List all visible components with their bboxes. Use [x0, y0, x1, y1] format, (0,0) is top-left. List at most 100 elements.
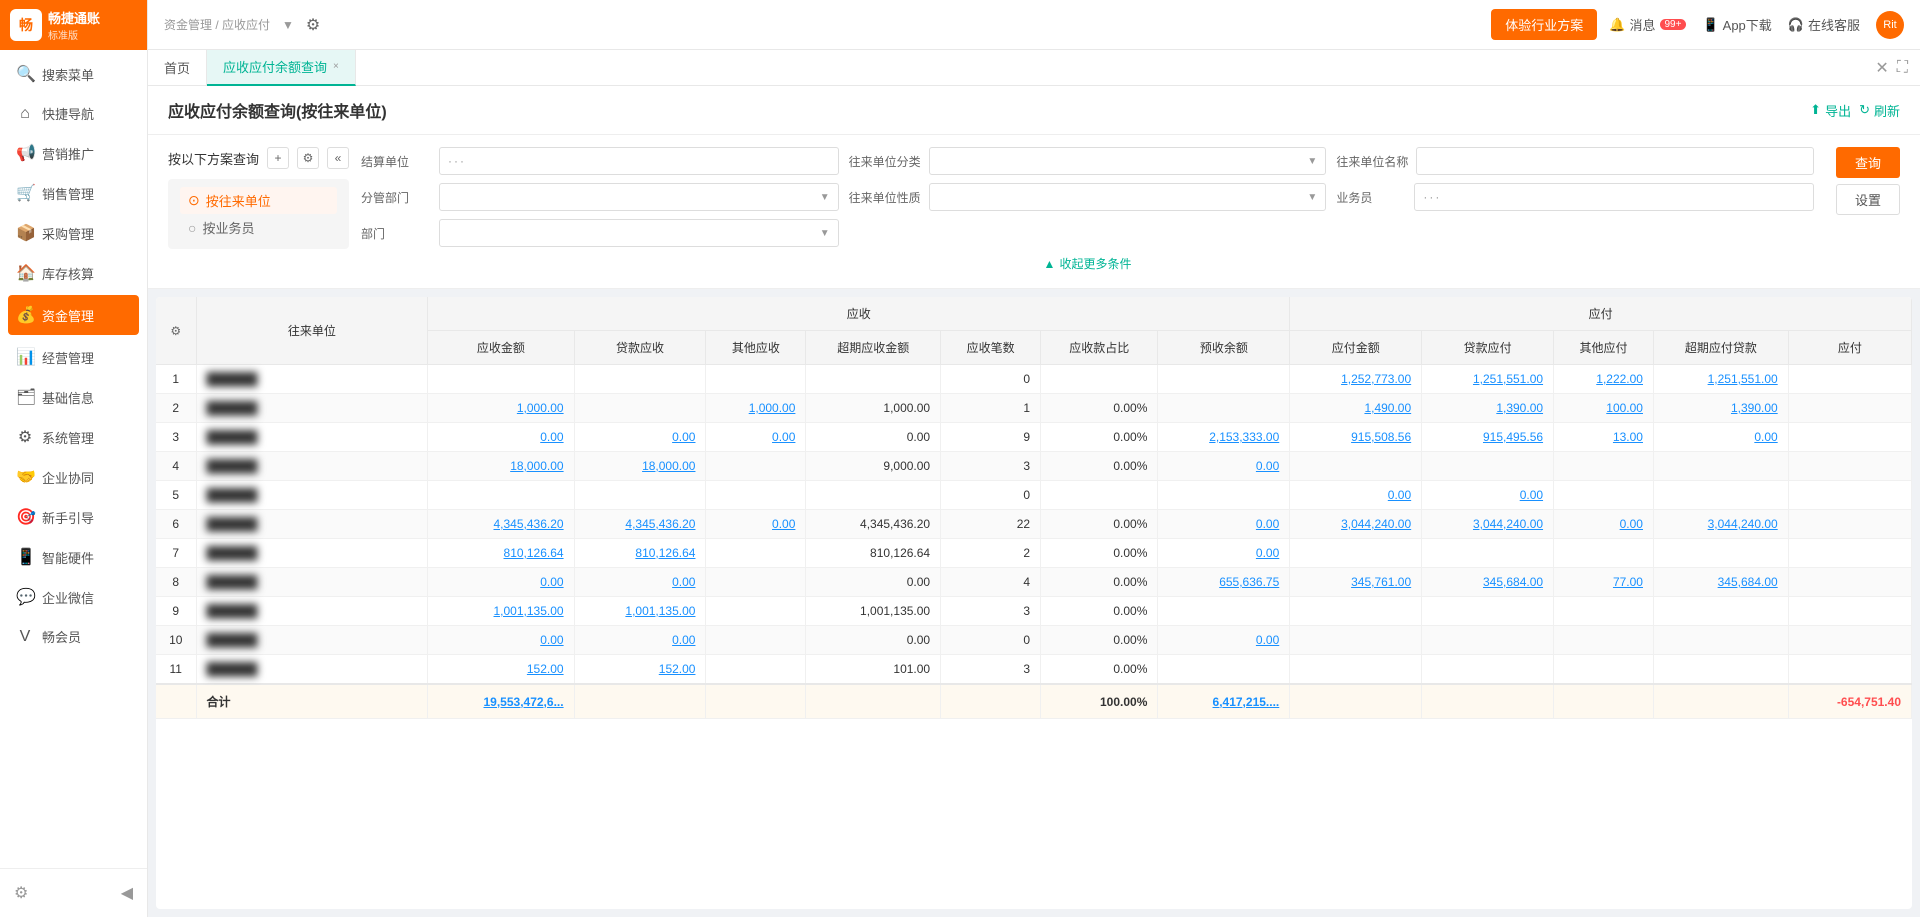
- filter-field-partner-category: 往来单位分类 ▼: [849, 147, 1327, 175]
- scheme-partner-label: 按往来单位: [206, 191, 271, 210]
- messages-button[interactable]: 🔔 消息 99+: [1609, 15, 1686, 34]
- table-row: 10██████0.000.000.0000.00%0.00: [156, 626, 1912, 655]
- user-avatar[interactable]: Rit: [1876, 11, 1904, 39]
- sidebar: 畅 畅捷通账 标准版 🔍 搜索菜单 ⌂ 快捷导航 📢 营销推广 🛒 销售管理 📦…: [0, 0, 148, 917]
- salesperson-label: 业务员: [1336, 189, 1406, 206]
- settings-button[interactable]: 设置: [1836, 184, 1900, 215]
- page-content: 应收应付余额查询(按往来单位) ⬆ 导出 ↻ 刷新 按以下方案查询: [148, 86, 1920, 917]
- footer-receivable-amount: 19,553,472,6...: [428, 684, 574, 719]
- filter-scheme-box: ⊙ 按往来单位 ○ 按业务员: [168, 179, 349, 249]
- sidebar-item-marketing[interactable]: 📢 营销推广: [0, 133, 147, 173]
- sidebar-item-wechat[interactable]: 💬 企业微信: [0, 577, 147, 617]
- sidebar-item-system[interactable]: ⚙ 系统管理: [0, 417, 147, 457]
- sidebar-item-base[interactable]: 🗂 基础信息: [0, 377, 147, 417]
- phone-icon: 📱: [1702, 17, 1718, 33]
- filter-add-icon[interactable]: +: [267, 147, 289, 169]
- partner-name-input[interactable]: [1416, 147, 1814, 175]
- user-name: Rit: [1883, 19, 1896, 31]
- app-download-button[interactable]: 📱 App下载: [1702, 15, 1771, 34]
- tab-home[interactable]: 首页: [148, 50, 207, 86]
- table-row: 5██████00.000.00: [156, 481, 1912, 510]
- settlement-label: 结算单位: [361, 153, 431, 170]
- topbar: 资金管理 / 应收应付 ▼ ⚙ 体验行业方案 🔔 消息 99+ 📱 App下载 …: [148, 0, 1920, 50]
- footer-label: 合计: [196, 684, 428, 719]
- sidebar-label-guide: 新手引导: [42, 508, 94, 527]
- th-receivable-group: 应收: [428, 297, 1290, 331]
- sales-icon: 🛒: [16, 183, 34, 203]
- sub-dept-dropdown-icon: ▼: [820, 228, 830, 239]
- solution-button[interactable]: 体验行业方案: [1491, 9, 1597, 40]
- export-button[interactable]: ⬆ 导出: [1810, 101, 1851, 120]
- th-overdue-payable: 超期应付贷款: [1653, 331, 1788, 365]
- tab-close-icon[interactable]: ×: [333, 61, 339, 72]
- sidebar-item-member[interactable]: V 畅会员: [0, 617, 147, 656]
- main-content: 首页 应收应付余额查询 × ✕ ⛶ 应收应付余额查询(按往来单位) ⬆ 导出 ↻…: [148, 50, 1920, 917]
- salesperson-input[interactable]: ···: [1414, 183, 1814, 211]
- table-settings-icon[interactable]: ⚙: [170, 324, 181, 338]
- table-row: 9██████1,001,135.001,001,135.001,001,135…: [156, 597, 1912, 626]
- sub-department-input[interactable]: ▼: [439, 219, 839, 247]
- filter-field-salesperson: 业务员 ···: [1336, 183, 1814, 211]
- sidebar-collapse-icon[interactable]: ◀: [117, 879, 137, 907]
- tab-bar-right: ✕ ⛶: [1875, 58, 1920, 78]
- tab-close-window-icon[interactable]: ✕: [1875, 58, 1888, 78]
- sidebar-item-operations[interactable]: 📊 经营管理: [0, 337, 147, 377]
- sidebar-item-shortcut[interactable]: ⌂ 快捷导航: [0, 94, 147, 133]
- filter-field-partner-name: 往来单位名称: [1336, 147, 1814, 175]
- breadcrumb: 资金管理 / 应收应付: [164, 16, 270, 33]
- partner-category-label: 往来单位分类: [849, 153, 921, 170]
- sidebar-item-cooperation[interactable]: 🤝 企业协同: [0, 457, 147, 497]
- home-icon: ⌂: [16, 105, 34, 123]
- marketing-icon: 📢: [16, 143, 34, 163]
- sidebar-item-sales[interactable]: 🛒 销售管理: [0, 173, 147, 213]
- sidebar-item-purchase[interactable]: 📦 采购管理: [0, 213, 147, 253]
- tab-bar: 首页 应收应付余额查询 × ✕ ⛶: [148, 50, 1920, 86]
- filter-label: 按以下方案查询: [168, 149, 259, 168]
- breadcrumb-dropdown-icon[interactable]: ▼: [282, 18, 294, 32]
- wechat-icon: 💬: [16, 587, 34, 607]
- scheme-by-salesperson[interactable]: ○ 按业务员: [180, 214, 337, 241]
- refresh-button[interactable]: ↻ 刷新: [1859, 101, 1900, 120]
- logo-title: 畅捷通账: [48, 8, 100, 27]
- sidebar-label-search: 搜索菜单: [42, 65, 94, 84]
- department-label: 分管部门: [361, 189, 431, 206]
- sidebar-item-search[interactable]: 🔍 搜索菜单: [0, 54, 147, 94]
- logo-icon: 畅: [10, 9, 42, 41]
- th-partner: 往来单位: [196, 297, 428, 365]
- department-input[interactable]: ▼: [439, 183, 839, 211]
- scheme-by-partner[interactable]: ⊙ 按往来单位: [180, 187, 337, 214]
- partner-category-dropdown-icon: ▼: [1307, 156, 1317, 167]
- settlement-input[interactable]: ···: [439, 147, 839, 175]
- system-icon: ⚙: [16, 427, 34, 447]
- tab-receivable[interactable]: 应收应付余额查询 ×: [207, 50, 356, 86]
- service-label: 在线客服: [1808, 15, 1860, 34]
- data-table: ⚙ 往来单位 应收 应付 应收金额 贷款应收 其他应收 超期应收金额 应收笔数 …: [156, 297, 1912, 719]
- home-tab-label: 首页: [164, 58, 190, 77]
- service-button[interactable]: 🎧 在线客服: [1788, 15, 1860, 34]
- th-settings[interactable]: ⚙: [156, 297, 196, 365]
- query-button[interactable]: 查询: [1836, 147, 1900, 178]
- sidebar-item-hardware[interactable]: 📱 智能硬件: [0, 537, 147, 577]
- sidebar-settings-icon[interactable]: ⚙: [10, 879, 32, 907]
- sidebar-item-guide[interactable]: 🎯 新手引导: [0, 497, 147, 537]
- partner-category-input[interactable]: ▼: [929, 147, 1327, 175]
- filter-collapse-button[interactable]: ▲ 收起更多条件: [1044, 255, 1132, 272]
- th-prepaid-balance: 预收余额: [1158, 331, 1290, 365]
- scheme-salesperson-label: 按业务员: [202, 218, 254, 237]
- filter-collapse-icon[interactable]: «: [327, 147, 349, 169]
- partner-nature-input[interactable]: ▼: [929, 183, 1327, 211]
- tab-maximize-icon[interactable]: ⛶: [1897, 59, 1908, 77]
- logo-subtitle: 标准版: [48, 27, 100, 42]
- table-row: 2██████1,000.001,000.001,000.0010.00%1,4…: [156, 394, 1912, 423]
- filter-settings-icon[interactable]: ⚙: [297, 147, 319, 169]
- purchase-icon: 📦: [16, 223, 34, 243]
- page-header-actions: ⬆ 导出 ↻ 刷新: [1810, 101, 1900, 120]
- sidebar-item-finance[interactable]: 💰 资金管理: [8, 295, 139, 335]
- cooperation-icon: 🤝: [16, 467, 34, 487]
- filter-field-department: 分管部门 ▼: [361, 183, 839, 211]
- sidebar-label-system: 系统管理: [42, 428, 94, 447]
- topbar-settings-icon[interactable]: ⚙: [306, 15, 320, 35]
- hardware-icon: 📱: [16, 547, 34, 567]
- sidebar-item-inventory[interactable]: 🏠 库存核算: [0, 253, 147, 293]
- page-header: 应收应付余额查询(按往来单位) ⬆ 导出 ↻ 刷新: [148, 86, 1920, 135]
